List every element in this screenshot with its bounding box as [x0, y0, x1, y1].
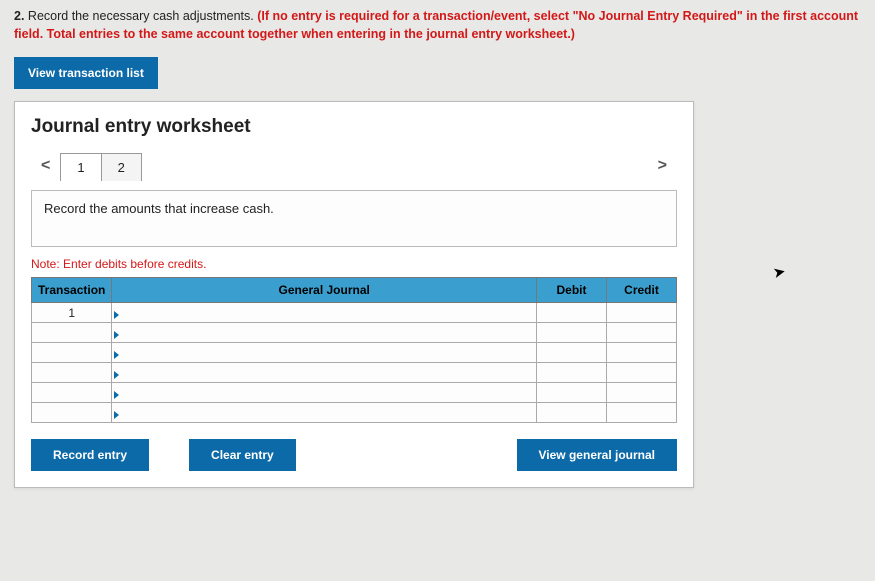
journal-entry-table: Transaction General Journal Debit Credit…: [31, 277, 677, 423]
header-general-journal: General Journal: [112, 278, 537, 303]
header-transaction: Transaction: [32, 278, 112, 303]
clear-entry-button[interactable]: Clear entry: [189, 439, 296, 471]
account-cell[interactable]: [112, 303, 537, 323]
credit-cell[interactable]: [607, 343, 677, 363]
header-debit: Debit: [537, 278, 607, 303]
prev-tab-chevron[interactable]: <: [31, 157, 60, 175]
account-cell[interactable]: [112, 403, 537, 423]
worksheet-title: Journal entry worksheet: [31, 116, 677, 138]
table-row: [32, 343, 677, 363]
header-credit: Credit: [607, 278, 677, 303]
credit-cell[interactable]: [607, 383, 677, 403]
action-button-row: Record entry Clear entry View general jo…: [31, 439, 677, 471]
journal-entry-worksheet-panel: Journal entry worksheet < 1 2 > Record t…: [14, 101, 694, 488]
debit-cell[interactable]: [537, 343, 607, 363]
debit-cell[interactable]: [537, 323, 607, 343]
cursor-icon: ➤: [771, 262, 787, 282]
transaction-cell: [32, 383, 112, 403]
dropdown-handle-icon: [114, 351, 119, 359]
account-cell[interactable]: [112, 363, 537, 383]
credit-cell[interactable]: [607, 323, 677, 343]
debit-cell[interactable]: [537, 403, 607, 423]
transaction-cell: [32, 403, 112, 423]
transaction-cell: [32, 323, 112, 343]
table-row: [32, 323, 677, 343]
view-general-journal-button[interactable]: View general journal: [517, 439, 677, 471]
account-cell[interactable]: [112, 343, 537, 363]
credit-cell[interactable]: [607, 303, 677, 323]
transaction-cell: [32, 363, 112, 383]
table-row: 1: [32, 303, 677, 323]
table-row: [32, 383, 677, 403]
record-entry-button[interactable]: Record entry: [31, 439, 149, 471]
question-number: 2.: [14, 9, 24, 23]
account-cell[interactable]: [112, 323, 537, 343]
tab-pager: < 1 2 >: [31, 152, 677, 180]
debit-cell[interactable]: [537, 383, 607, 403]
next-tab-chevron[interactable]: >: [648, 157, 677, 175]
question-prompt: 2. Record the necessary cash adjustments…: [14, 8, 861, 43]
instruction-box: Record the amounts that increase cash.: [31, 190, 677, 247]
credit-cell[interactable]: [607, 363, 677, 383]
dropdown-handle-icon: [114, 391, 119, 399]
dropdown-handle-icon: [114, 371, 119, 379]
transaction-cell: [32, 343, 112, 363]
debit-cell[interactable]: [537, 363, 607, 383]
table-row: [32, 403, 677, 423]
account-cell[interactable]: [112, 383, 537, 403]
view-transaction-list-button[interactable]: View transaction list: [14, 57, 158, 89]
tab-2[interactable]: 2: [102, 153, 142, 181]
transaction-cell: 1: [32, 303, 112, 323]
instruction-text: Record the amounts that increase cash.: [44, 201, 274, 216]
dropdown-handle-icon: [114, 311, 119, 319]
dropdown-handle-icon: [114, 411, 119, 419]
tab-1[interactable]: 1: [60, 153, 101, 181]
question-text: Record the necessary cash adjustments.: [28, 9, 257, 23]
debits-before-credits-note: Note: Enter debits before credits.: [31, 257, 677, 271]
debit-cell[interactable]: [537, 303, 607, 323]
table-row: [32, 363, 677, 383]
dropdown-handle-icon: [114, 331, 119, 339]
credit-cell[interactable]: [607, 403, 677, 423]
